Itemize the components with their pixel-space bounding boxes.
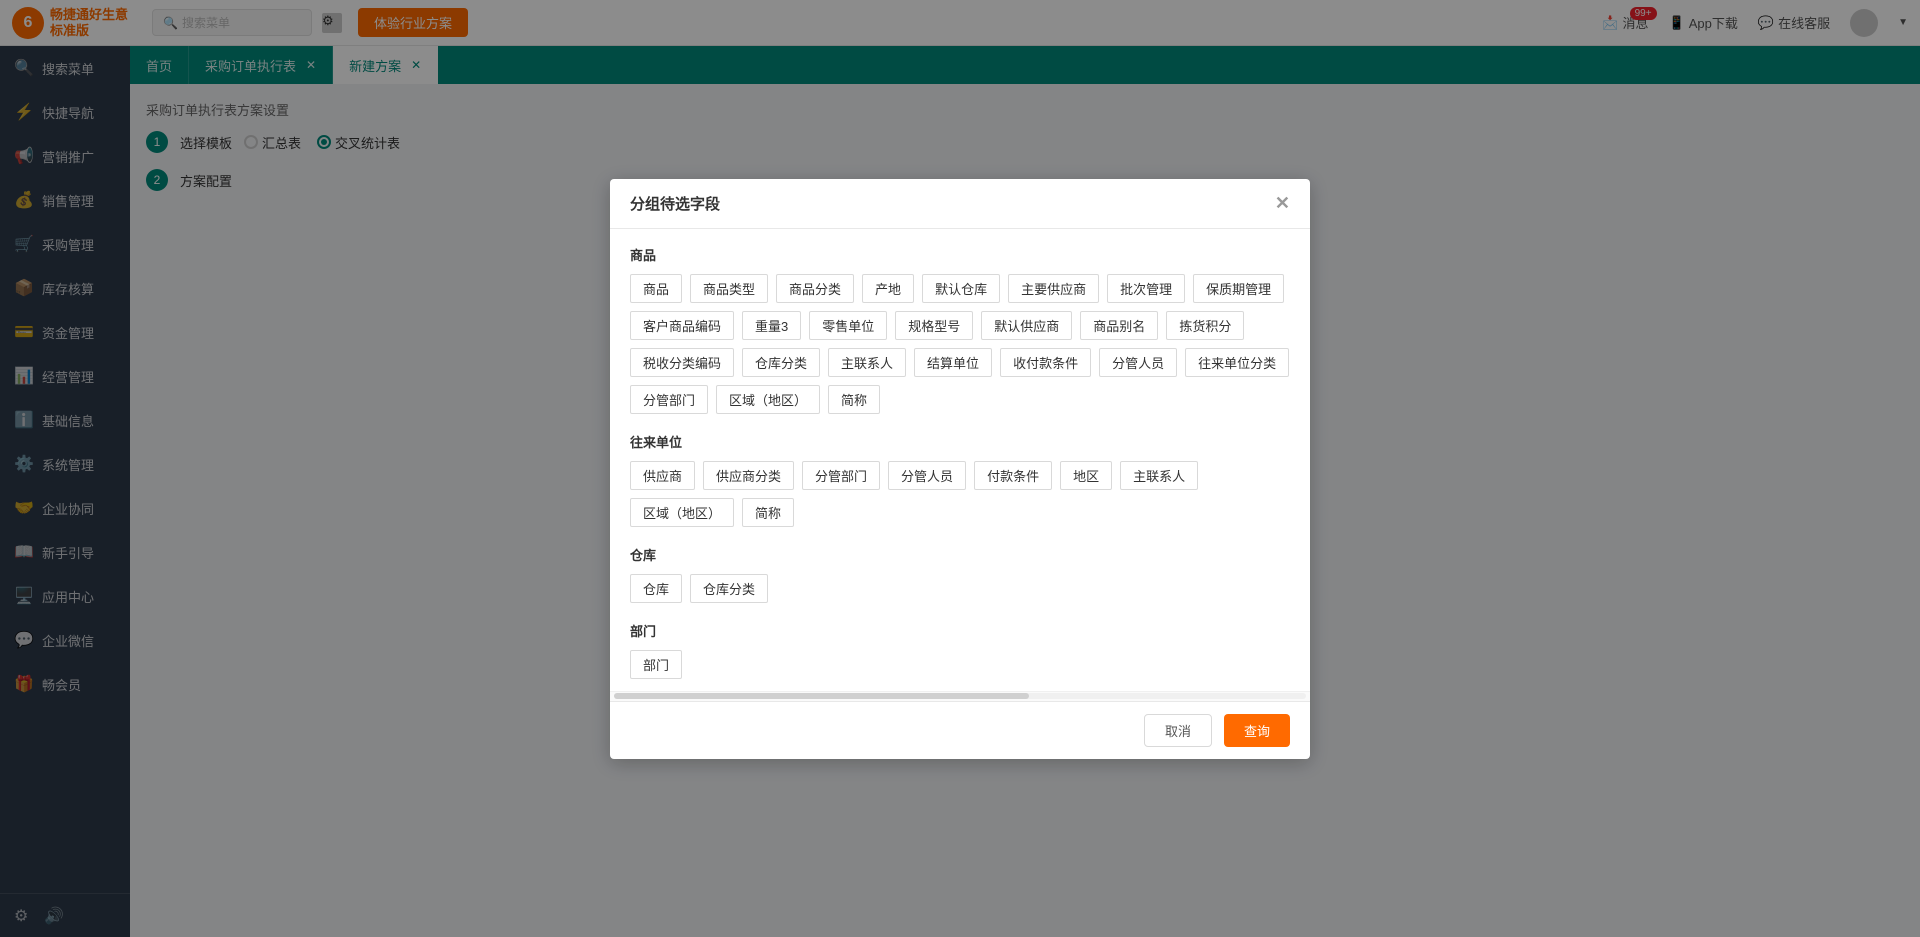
- section-dept-title: 部门: [630, 621, 1290, 640]
- field-default-warehouse[interactable]: 默认仓库: [922, 274, 1000, 303]
- section-goods-title: 商品: [630, 245, 1290, 264]
- field-supervisor[interactable]: 分管人员: [1099, 348, 1177, 377]
- modal-header: 分组待选字段 ✕: [610, 179, 1310, 229]
- modal-close-btn[interactable]: ✕: [1275, 194, 1290, 212]
- field-warehouse-category[interactable]: 仓库分类: [742, 348, 820, 377]
- field-region-goods[interactable]: 区域（地区）: [716, 385, 820, 414]
- field-cp-manage-dept[interactable]: 分管部门: [802, 461, 880, 490]
- modal-hscroll[interactable]: [610, 691, 1310, 701]
- modal-title: 分组待选字段: [630, 193, 720, 214]
- confirm-button[interactable]: 查询: [1224, 714, 1290, 747]
- section-warehouse: 仓库 仓库 仓库分类: [630, 545, 1290, 603]
- field-weight3[interactable]: 重量3: [742, 311, 801, 340]
- field-manage-dept[interactable]: 分管部门: [630, 385, 708, 414]
- field-dept[interactable]: 部门: [630, 650, 682, 679]
- field-shelf-life[interactable]: 保质期管理: [1193, 274, 1284, 303]
- field-origin[interactable]: 产地: [862, 274, 914, 303]
- cancel-button[interactable]: 取消: [1144, 714, 1212, 747]
- section-warehouse-fields: 仓库 仓库分类: [630, 574, 1290, 603]
- field-select-modal: 分组待选字段 ✕ 商品 商品 商品类型 商品分类 产地 默认仓库 主要供应商 批…: [610, 179, 1310, 759]
- field-main-supplier[interactable]: 主要供应商: [1008, 274, 1099, 303]
- field-warehouse[interactable]: 仓库: [630, 574, 682, 603]
- section-counterparty-fields: 供应商 供应商分类 分管部门 分管人员 付款条件 地区 主联系人 区域（地区） …: [630, 461, 1290, 527]
- section-goods: 商品 商品 商品类型 商品分类 产地 默认仓库 主要供应商 批次管理 保质期管理…: [630, 245, 1290, 414]
- field-cp-main-contact[interactable]: 主联系人: [1120, 461, 1198, 490]
- field-pick-points[interactable]: 拣货积分: [1166, 311, 1244, 340]
- field-short-name-goods[interactable]: 简称: [828, 385, 880, 414]
- field-batch-manage[interactable]: 批次管理: [1107, 274, 1185, 303]
- section-warehouse-title: 仓库: [630, 545, 1290, 564]
- field-cp-region[interactable]: 区域（地区）: [630, 498, 734, 527]
- field-business-unit-category[interactable]: 往来单位分类: [1185, 348, 1289, 377]
- section-counterparty-title: 往来单位: [630, 432, 1290, 451]
- field-goods-type[interactable]: 商品类型: [690, 274, 768, 303]
- field-cp-supervisor[interactable]: 分管人员: [888, 461, 966, 490]
- modal-body: 商品 商品 商品类型 商品分类 产地 默认仓库 主要供应商 批次管理 保质期管理…: [610, 229, 1310, 691]
- field-customer-code[interactable]: 客户商品编码: [630, 311, 734, 340]
- field-retail-unit[interactable]: 零售单位: [809, 311, 887, 340]
- field-payment-condition[interactable]: 付款条件: [974, 461, 1052, 490]
- modal-footer: 取消 查询: [610, 701, 1310, 759]
- field-tax-code[interactable]: 税收分类编码: [630, 348, 734, 377]
- field-supplier-category[interactable]: 供应商分类: [703, 461, 794, 490]
- field-default-supplier[interactable]: 默认供应商: [981, 311, 1072, 340]
- field-goods[interactable]: 商品: [630, 274, 682, 303]
- field-settlement-unit[interactable]: 结算单位: [914, 348, 992, 377]
- section-dept: 部门 部门: [630, 621, 1290, 679]
- modal-overlay: 分组待选字段 ✕ 商品 商品 商品类型 商品分类 产地 默认仓库 主要供应商 批…: [0, 0, 1920, 937]
- field-goods-alias[interactable]: 商品别名: [1080, 311, 1158, 340]
- section-goods-fields: 商品 商品类型 商品分类 产地 默认仓库 主要供应商 批次管理 保质期管理 客户…: [630, 274, 1290, 414]
- section-counterparty: 往来单位 供应商 供应商分类 分管部门 分管人员 付款条件 地区 主联系人 区域…: [630, 432, 1290, 527]
- field-warehouse-cat[interactable]: 仓库分类: [690, 574, 768, 603]
- field-main-contact[interactable]: 主联系人: [828, 348, 906, 377]
- section-dept-fields: 部门: [630, 650, 1290, 679]
- field-cp-short-name[interactable]: 简称: [742, 498, 794, 527]
- field-goods-category[interactable]: 商品分类: [776, 274, 854, 303]
- field-supplier[interactable]: 供应商: [630, 461, 695, 490]
- field-payment-terms[interactable]: 收付款条件: [1000, 348, 1091, 377]
- field-area[interactable]: 地区: [1060, 461, 1112, 490]
- field-spec-model[interactable]: 规格型号: [895, 311, 973, 340]
